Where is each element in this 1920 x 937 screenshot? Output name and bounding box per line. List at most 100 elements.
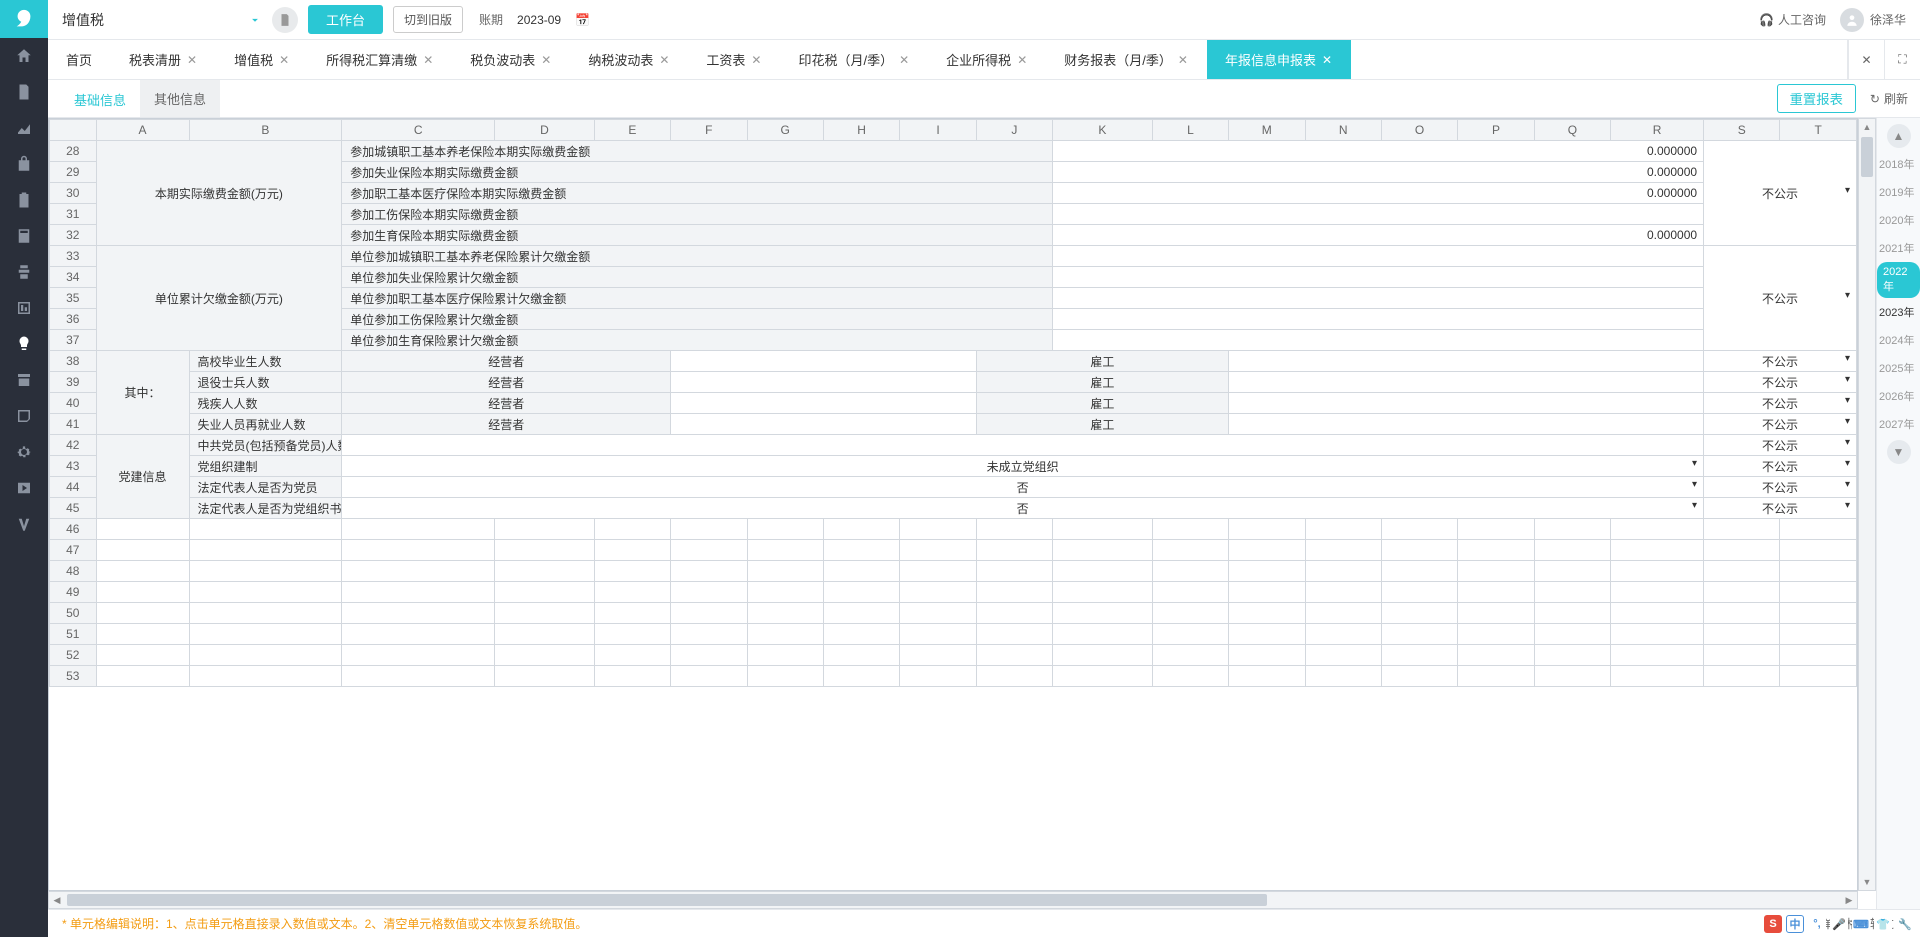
row-29[interactable]: 29 — [50, 162, 97, 183]
row-48[interactable]: 48 — [50, 561, 97, 582]
row-51[interactable]: 51 — [50, 624, 97, 645]
close-all-tabs-button[interactable]: ✕ — [1848, 40, 1884, 80]
ime-zh-icon[interactable]: 中 — [1786, 915, 1804, 933]
nav-doc-icon[interactable] — [0, 74, 48, 110]
disclose-dropdown[interactable]: 不公示 — [1704, 246, 1857, 351]
ime-s-icon[interactable]: S — [1764, 915, 1782, 933]
tab-close-icon[interactable]: ✕ — [423, 53, 433, 67]
year-2024年[interactable]: 2024年 — [1877, 326, 1920, 354]
row-53[interactable]: 53 — [50, 666, 97, 687]
tab-close-icon[interactable]: ✕ — [659, 53, 669, 67]
col-A[interactable]: A — [96, 120, 189, 141]
ime-punct-icon[interactable]: °, — [1808, 915, 1826, 933]
year-2018年[interactable]: 2018年 — [1877, 150, 1920, 178]
scroll-thumb-h[interactable] — [67, 894, 1267, 906]
tab-财务报表（月/季）[interactable]: 财务报表（月/季）✕ — [1046, 40, 1207, 79]
tab-年报信息申报表[interactable]: 年报信息申报表✕ — [1207, 40, 1351, 79]
row-41[interactable]: 41 — [50, 414, 97, 435]
year-2021年[interactable]: 2021年 — [1877, 234, 1920, 262]
row-45[interactable]: 45 — [50, 498, 97, 519]
ime-skin-icon[interactable]: 👕 — [1874, 915, 1892, 933]
row-32[interactable]: 32 — [50, 225, 97, 246]
col-I[interactable]: I — [900, 120, 976, 141]
col-J[interactable]: J — [976, 120, 1052, 141]
value-dropdown[interactable]: 否 — [342, 477, 1704, 498]
row-35[interactable]: 35 — [50, 288, 97, 309]
value-dropdown[interactable]: 否 — [342, 498, 1704, 519]
workbench-button[interactable]: 工作台 — [308, 5, 383, 34]
col-T[interactable]: T — [1780, 120, 1857, 141]
disclose-dropdown[interactable]: 不公示 — [1704, 393, 1857, 414]
nav-bag-icon[interactable] — [0, 146, 48, 182]
year-up-button[interactable]: ▲ — [1887, 124, 1911, 148]
tab-close-icon[interactable]: ✕ — [187, 53, 197, 67]
nav-report-icon[interactable] — [0, 290, 48, 326]
tab-首页[interactable]: 首页 — [48, 40, 111, 79]
year-2026年[interactable]: 2026年 — [1877, 382, 1920, 410]
tab-close-icon[interactable]: ✕ — [751, 53, 761, 67]
tab-close-icon[interactable]: ✕ — [1322, 53, 1332, 67]
col-F[interactable]: F — [671, 120, 747, 141]
consult-link[interactable]: 🎧 人工咨询 — [1759, 11, 1826, 28]
row-30[interactable]: 30 — [50, 183, 97, 204]
doc-button[interactable] — [272, 7, 298, 33]
nav-stamp-icon[interactable] — [0, 254, 48, 290]
tab-close-icon[interactable]: ✕ — [899, 53, 909, 67]
nav-tax-icon[interactable] — [0, 326, 48, 362]
subtab-other[interactable]: 其他信息 — [140, 80, 220, 117]
refresh-button[interactable]: ↻刷新 — [1870, 90, 1908, 107]
user-menu[interactable]: 徐泽华 — [1840, 8, 1906, 32]
year-2022年[interactable]: 2022年 — [1877, 262, 1920, 298]
row-31[interactable]: 31 — [50, 204, 97, 225]
row-33[interactable]: 33 — [50, 246, 97, 267]
value-dropdown[interactable]: 未成立党组织 — [342, 456, 1704, 477]
row-36[interactable]: 36 — [50, 309, 97, 330]
nav-settings-icon[interactable] — [0, 434, 48, 470]
tab-所得税汇算清缴[interactable]: 所得税汇算清缴✕ — [308, 40, 452, 79]
scroll-left-arrow[interactable]: ◀ — [49, 892, 65, 908]
disclose-dropdown[interactable]: 不公示 — [1704, 477, 1857, 498]
col-C[interactable]: C — [342, 120, 495, 141]
row-44[interactable]: 44 — [50, 477, 97, 498]
reset-report-button[interactable]: 重置报表 — [1777, 84, 1856, 113]
row-40[interactable]: 40 — [50, 393, 97, 414]
ime-kbd-icon[interactable]: ⌨ — [1852, 915, 1870, 933]
row-43[interactable]: 43 — [50, 456, 97, 477]
nav-video-icon[interactable] — [0, 470, 48, 506]
ime-mic-icon[interactable]: 🎤 — [1830, 915, 1848, 933]
nav-v-icon[interactable] — [0, 506, 48, 542]
disclose-dropdown[interactable]: 不公示 — [1704, 456, 1857, 477]
year-down-button[interactable]: ▼ — [1887, 440, 1911, 464]
col-G[interactable]: G — [747, 120, 823, 141]
tab-企业所得税[interactable]: 企业所得税✕ — [928, 40, 1046, 79]
col-B[interactable]: B — [189, 120, 342, 141]
year-2020年[interactable]: 2020年 — [1877, 206, 1920, 234]
subtab-basic[interactable]: 基础信息 — [60, 80, 140, 117]
tab-close-icon[interactable]: ✕ — [1178, 53, 1188, 67]
expand-tabs-button[interactable]: ⛶ — [1884, 40, 1920, 80]
row-38[interactable]: 38 — [50, 351, 97, 372]
row-47[interactable]: 47 — [50, 540, 97, 561]
calendar-icon[interactable]: 📅 — [575, 13, 590, 27]
year-2023年[interactable]: 2023年 — [1877, 298, 1920, 326]
scroll-right-arrow[interactable]: ▶ — [1841, 892, 1857, 908]
disclose-dropdown[interactable]: 不公示 — [1704, 498, 1857, 519]
scroll-up-arrow[interactable]: ▲ — [1859, 119, 1875, 135]
col-H[interactable]: H — [823, 120, 899, 141]
year-2019年[interactable]: 2019年 — [1877, 178, 1920, 206]
tab-工资表[interactable]: 工资表✕ — [688, 40, 780, 79]
spreadsheet-grid[interactable]: ABCDEFGHIJKLMNOPQRST28本期实际缴费金额(万元)参加城镇职工… — [48, 118, 1858, 891]
tab-增值税[interactable]: 增值税✕ — [216, 40, 308, 79]
scroll-down-arrow[interactable]: ▼ — [1859, 874, 1875, 890]
col-D[interactable]: D — [495, 120, 595, 141]
tab-close-icon[interactable]: ✕ — [279, 53, 289, 67]
nav-archive-icon[interactable] — [0, 362, 48, 398]
company-selector[interactable]: 增值税 — [62, 10, 262, 30]
row-42[interactable]: 42 — [50, 435, 97, 456]
row-39[interactable]: 39 — [50, 372, 97, 393]
nav-inbox-icon[interactable] — [0, 398, 48, 434]
row-34[interactable]: 34 — [50, 267, 97, 288]
row-37[interactable]: 37 — [50, 330, 97, 351]
nav-calc-icon[interactable] — [0, 218, 48, 254]
switch-old-button[interactable]: 切到旧版 — [393, 6, 463, 33]
